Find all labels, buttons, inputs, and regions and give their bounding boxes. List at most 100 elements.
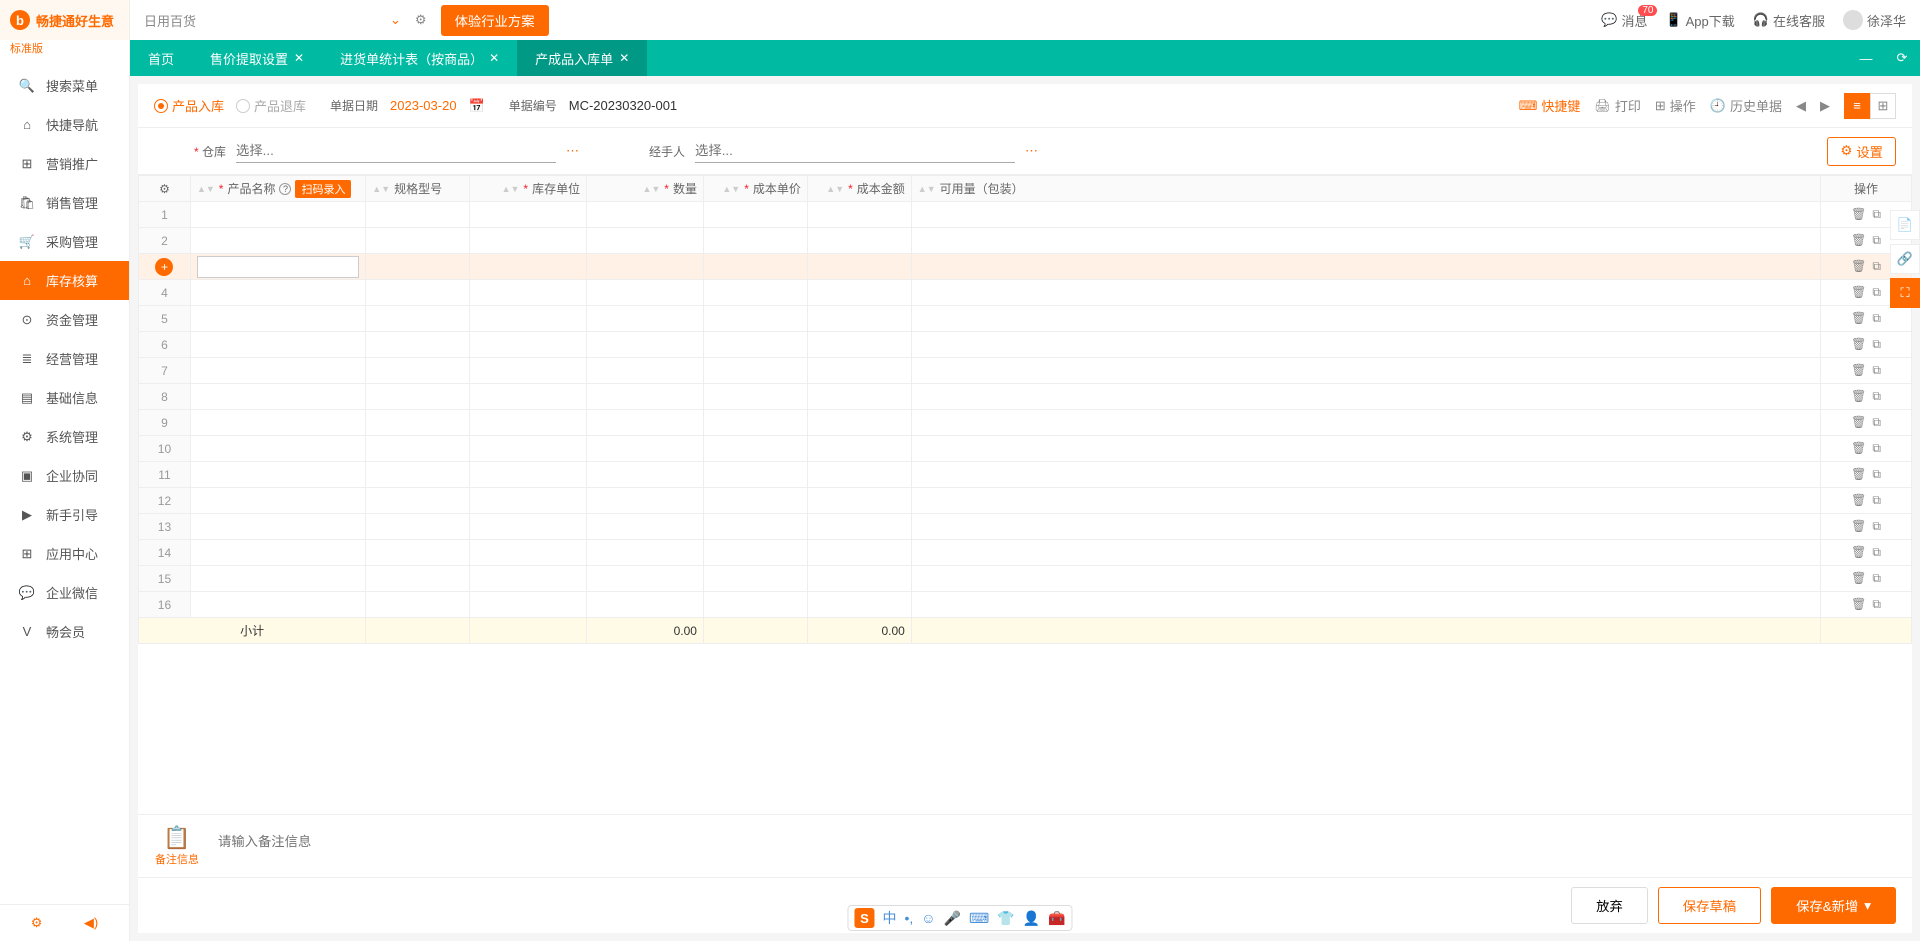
row-copy-icon[interactable]: ⧉ [1872, 467, 1881, 482]
cell-unit[interactable] [470, 358, 587, 384]
row-copy-icon[interactable]: ⧉ [1872, 493, 1881, 508]
cell-spec[interactable] [366, 592, 470, 618]
row-copy-icon[interactable]: ⧉ [1872, 233, 1881, 248]
cell-spec[interactable] [366, 280, 470, 306]
add-row-button[interactable]: + [155, 258, 173, 276]
col-spec[interactable]: ▲▼规格型号 [366, 176, 470, 202]
cell-spec[interactable] [366, 332, 470, 358]
category-gear-icon[interactable]: ⚙ [415, 12, 427, 28]
row-delete-icon[interactable]: 🗑 [1851, 467, 1866, 482]
row-copy-icon[interactable]: ⧉ [1872, 545, 1881, 560]
cell-unit[interactable] [470, 332, 587, 358]
tab-2[interactable]: 进货单统计表（按商品）✕ [322, 40, 517, 76]
cell-amt[interactable] [807, 566, 911, 592]
col-unit[interactable]: ▲▼*库存单位 [470, 176, 587, 202]
app-download-link[interactable]: 📱 App下载 [1665, 11, 1734, 30]
row-delete-icon[interactable]: 🗑 [1851, 311, 1866, 326]
table-row[interactable]: 5🗑⧉ [139, 306, 1912, 332]
row-delete-icon[interactable]: 🗑 [1851, 285, 1866, 300]
cell-avail[interactable] [911, 384, 1820, 410]
cell-name[interactable] [190, 280, 365, 306]
warehouse-more-icon[interactable]: ⋯ [566, 143, 579, 159]
cell-spec[interactable] [366, 540, 470, 566]
sort-icon[interactable]: ▲▼ [722, 185, 740, 193]
date-value[interactable]: 2023-03-20 [390, 98, 457, 113]
row-delete-icon[interactable]: 🗑 [1851, 259, 1866, 274]
cell-spec[interactable] [366, 462, 470, 488]
cell-spec[interactable] [366, 384, 470, 410]
cell-price[interactable] [703, 462, 807, 488]
cell-qty[interactable] [587, 436, 704, 462]
cell-amt[interactable] [807, 540, 911, 566]
tabs-minimize-button[interactable]: — [1848, 50, 1884, 66]
table-row[interactable]: 4🗑⧉ [139, 280, 1912, 306]
ime-logo-icon[interactable]: S [854, 908, 874, 928]
table-row[interactable]: +🗑⧉ [139, 254, 1912, 280]
cell-unit[interactable] [470, 540, 587, 566]
help-icon[interactable]: ? [279, 183, 291, 195]
cell-amt[interactable] [807, 280, 911, 306]
tab-close-icon[interactable]: ✕ [294, 51, 304, 65]
cell-price[interactable] [703, 228, 807, 254]
cell-avail[interactable] [911, 254, 1820, 280]
cell-name[interactable] [190, 202, 365, 228]
cell-name[interactable] [190, 436, 365, 462]
operation-button[interactable]: ⊞ 操作 [1655, 96, 1696, 115]
ime-voice-icon[interactable]: 🎤 [944, 910, 961, 927]
cell-name[interactable] [190, 228, 365, 254]
cell-unit[interactable] [470, 228, 587, 254]
cell-avail[interactable] [911, 592, 1820, 618]
cell-name[interactable] [190, 332, 365, 358]
ime-toolbox-icon[interactable]: 🧰 [1048, 910, 1065, 927]
cell-spec[interactable] [366, 566, 470, 592]
cell-spec[interactable] [366, 306, 470, 332]
cell-qty[interactable] [587, 566, 704, 592]
tab-0[interactable]: 首页 [130, 40, 192, 76]
cell-price[interactable] [703, 410, 807, 436]
cell-qty[interactable] [587, 306, 704, 332]
table-row[interactable]: 13🗑⧉ [139, 514, 1912, 540]
row-delete-icon[interactable]: 🗑 [1851, 441, 1866, 456]
shortcut-button[interactable]: ⌨ 快捷键 [1519, 96, 1581, 115]
table-row[interactable]: 2🗑⧉ [139, 228, 1912, 254]
cell-spec[interactable] [366, 228, 470, 254]
sidebar-item-5[interactable]: ⌂库存核算 [0, 261, 129, 300]
row-delete-icon[interactable]: 🗑 [1851, 363, 1866, 378]
row-copy-icon[interactable]: ⧉ [1872, 389, 1881, 404]
sort-icon[interactable]: ▲▼ [372, 185, 390, 193]
tabs-refresh-button[interactable]: ⟳ [1884, 50, 1920, 66]
scan-input-button[interactable]: 扫码录入 [295, 180, 351, 198]
cell-name[interactable] [190, 514, 365, 540]
table-row[interactable]: 9🗑⧉ [139, 410, 1912, 436]
cell-qty[interactable] [587, 540, 704, 566]
cell-name[interactable] [190, 566, 365, 592]
cell-price[interactable] [703, 540, 807, 566]
cell-price[interactable] [703, 436, 807, 462]
sidebar-item-13[interactable]: 💬企业微信 [0, 573, 129, 612]
user-menu[interactable]: 徐泽华 [1843, 10, 1906, 30]
tab-1[interactable]: 售价提取设置✕ [192, 40, 322, 76]
cell-avail[interactable] [911, 410, 1820, 436]
online-cs-link[interactable]: 🎧 在线客服 [1753, 11, 1825, 30]
sidebar-item-0[interactable]: 🔍搜索菜单 [0, 66, 129, 105]
cell-price[interactable] [703, 254, 807, 280]
product-name-input[interactable] [197, 256, 359, 278]
row-copy-icon[interactable]: ⧉ [1872, 597, 1881, 612]
cell-price[interactable] [703, 514, 807, 540]
cell-amt[interactable] [807, 384, 911, 410]
cell-qty[interactable] [587, 384, 704, 410]
cell-amt[interactable] [807, 436, 911, 462]
cell-unit[interactable] [470, 566, 587, 592]
cell-avail[interactable] [911, 202, 1820, 228]
cell-price[interactable] [703, 592, 807, 618]
table-row[interactable]: 7🗑⧉ [139, 358, 1912, 384]
remark-input[interactable] [212, 825, 1898, 867]
sort-icon[interactable]: ▲▼ [642, 185, 660, 193]
radio-product-in[interactable]: 产品入库 [154, 96, 224, 115]
view-list-button[interactable]: ≡ [1844, 93, 1870, 119]
cell-amt[interactable] [807, 462, 911, 488]
cell-amt[interactable] [807, 228, 911, 254]
sidebar-item-14[interactable]: V畅会员 [0, 612, 129, 651]
row-delete-icon[interactable]: 🗑 [1851, 233, 1866, 248]
cell-qty[interactable] [587, 462, 704, 488]
